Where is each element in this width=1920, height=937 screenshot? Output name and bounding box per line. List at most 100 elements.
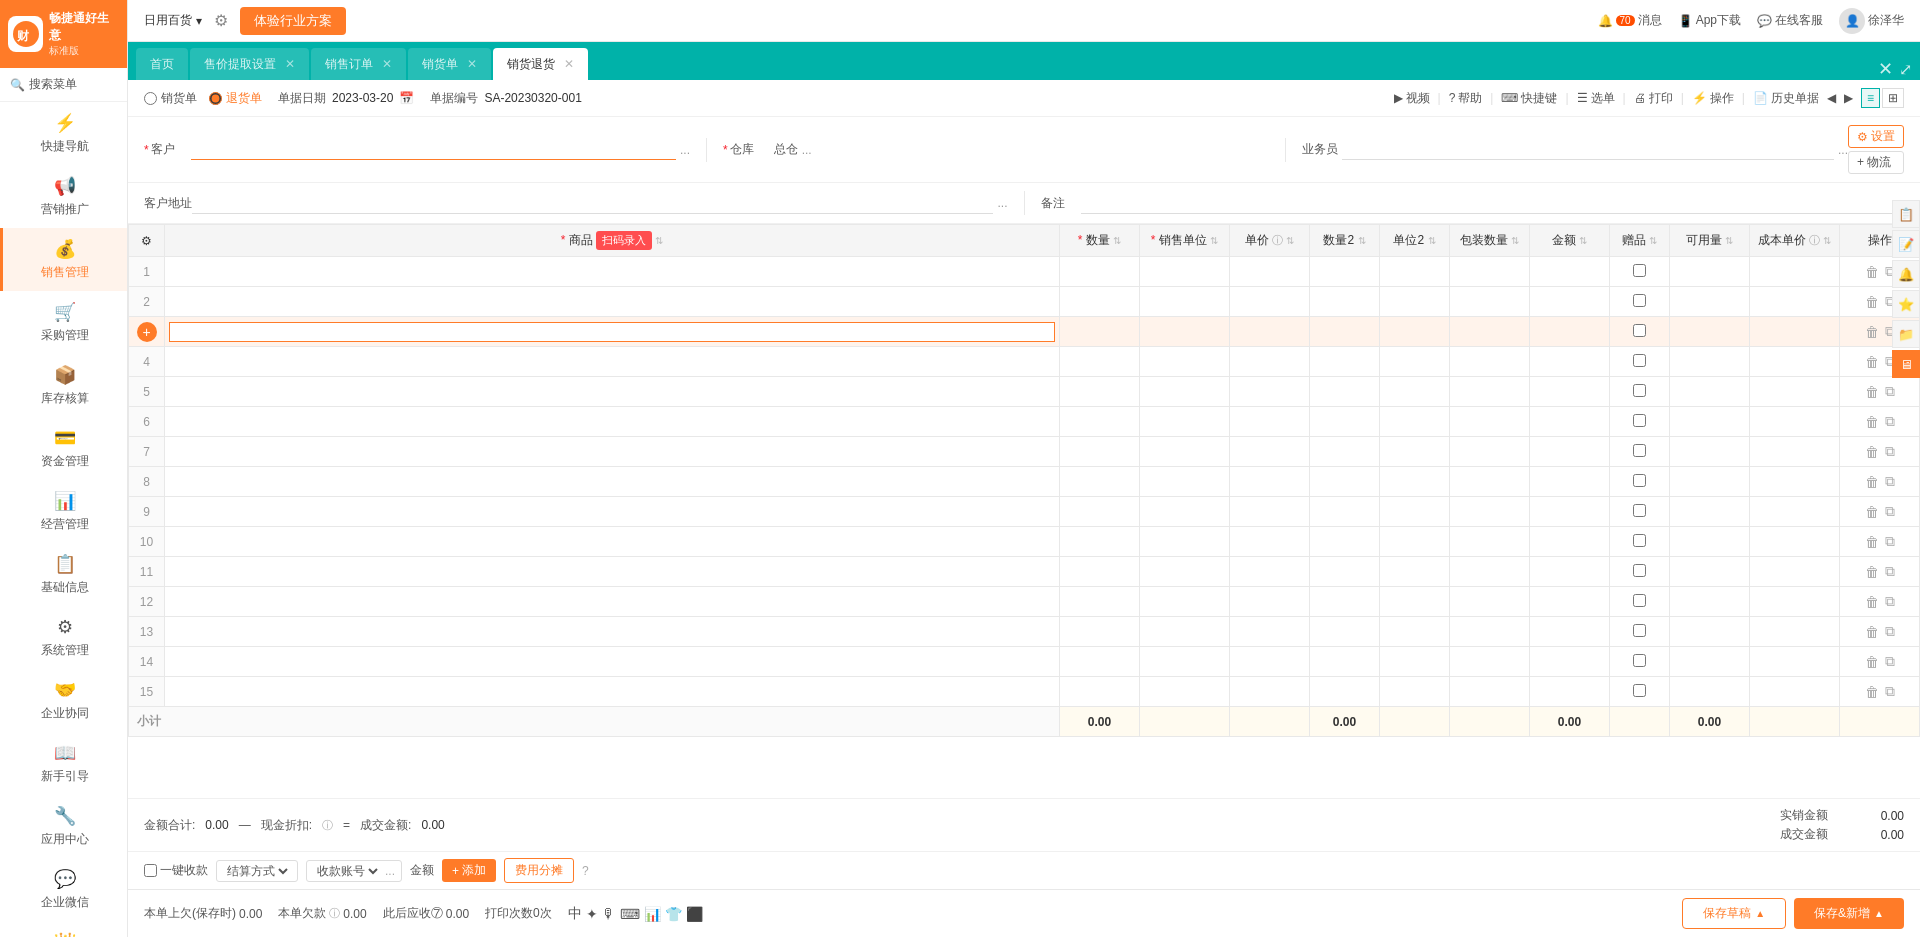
radio-sales[interactable]: 销货单	[144, 90, 197, 107]
settings-btn[interactable]: ⚙ 设置	[1848, 125, 1904, 148]
delete-row-icon[interactable]: 🗑	[1865, 654, 1879, 670]
address-input[interactable]	[192, 193, 993, 214]
delete-row-icon[interactable]: 🗑	[1865, 444, 1879, 460]
info-icon[interactable]: ⓘ	[1272, 234, 1283, 246]
sort-icon[interactable]: ⇅	[1511, 235, 1519, 246]
copy-row-icon[interactable]: ⧉	[1885, 413, 1895, 430]
taskbar-icon-6[interactable]: 👕	[665, 906, 682, 922]
select-btn[interactable]: ☰ 选单	[1577, 90, 1615, 107]
help-btn[interactable]: ? 帮助	[1449, 90, 1483, 107]
col-settings[interactable]: ⚙	[129, 225, 165, 257]
gift-checkbox[interactable]	[1633, 444, 1646, 457]
sidebar-item-collab[interactable]: 🤝 企业协同	[0, 669, 127, 732]
mini-tool-5[interactable]: 📁	[1892, 320, 1920, 348]
one-click-checkbox-input[interactable]	[144, 864, 157, 877]
copy-row-icon[interactable]: ⧉	[1885, 443, 1895, 460]
radio-return[interactable]: 退货单	[209, 90, 262, 107]
sidebar-item-operations[interactable]: 📊 经营管理	[0, 480, 127, 543]
payment-method-select[interactable]: 结算方式	[223, 863, 291, 879]
online-service-btn[interactable]: 💬 在线客服	[1757, 12, 1823, 29]
copy-row-icon[interactable]: ⧉	[1885, 473, 1895, 490]
sort-icon[interactable]: ⇅	[1428, 235, 1436, 246]
sidebar-item-inventory[interactable]: 📦 库存核算	[0, 354, 127, 417]
prev-history-icon[interactable]: ◀	[1827, 91, 1836, 105]
product-input[interactable]	[169, 322, 1055, 342]
mini-tool-1[interactable]: 📋	[1892, 200, 1920, 228]
video-btn[interactable]: ▶ 视频	[1394, 90, 1430, 107]
next-history-icon[interactable]: ▶	[1844, 91, 1853, 105]
gift-checkbox[interactable]	[1633, 414, 1646, 427]
delete-row-icon[interactable]: 🗑	[1865, 264, 1879, 280]
owe-info-icon[interactable]: ⓘ	[329, 906, 340, 921]
sort-icon[interactable]: ⇅	[1579, 235, 1587, 246]
copy-row-icon[interactable]: ⧉	[1885, 383, 1895, 400]
calendar-icon[interactable]: 📅	[399, 91, 414, 105]
sort-icon[interactable]: ⇅	[655, 235, 663, 246]
tab-close-icon[interactable]: ✕	[382, 57, 392, 71]
gift-checkbox[interactable]	[1633, 534, 1646, 547]
sidebar-item-guide[interactable]: 📖 新手引导	[0, 732, 127, 795]
add-row-button[interactable]: +	[137, 322, 157, 342]
sidebar-item-finance[interactable]: 💳 资金管理	[0, 417, 127, 480]
customer-input[interactable]	[191, 139, 676, 160]
scan-button[interactable]: 扫码录入	[596, 231, 652, 250]
tab-close-icon[interactable]: ✕	[564, 57, 574, 71]
sort-icon[interactable]: ⇅	[1823, 235, 1831, 246]
sidebar-item-sales[interactable]: 💰 销售管理	[0, 228, 127, 291]
close-tab-icon[interactable]: ✕	[1878, 58, 1893, 80]
gift-checkbox[interactable]	[1633, 354, 1646, 367]
user-profile-btn[interactable]: 👤 徐泽华	[1839, 8, 1904, 34]
tab-home[interactable]: 首页	[136, 48, 188, 80]
mini-tool-4[interactable]: ⭐	[1892, 290, 1920, 318]
sidebar-item-system[interactable]: ⚙ 系统管理	[0, 606, 127, 669]
delete-row-icon[interactable]: 🗑	[1865, 594, 1879, 610]
delete-row-icon[interactable]: 🗑	[1865, 294, 1879, 310]
gift-checkbox[interactable]	[1633, 594, 1646, 607]
notification-btn[interactable]: 🔔 70 消息	[1598, 12, 1662, 29]
copy-row-icon[interactable]: ⧉	[1885, 593, 1895, 610]
print-btn[interactable]: 🖨 打印	[1634, 90, 1673, 107]
sidebar-item-member[interactable]: 👑 畅会员	[0, 921, 127, 937]
payment-account-select[interactable]: 收款账号	[313, 863, 381, 879]
logistics-btn[interactable]: + 物流	[1848, 151, 1904, 174]
delete-row-icon[interactable]: 🗑	[1865, 564, 1879, 580]
delete-row-icon[interactable]: 🗑	[1865, 324, 1879, 340]
delete-row-icon[interactable]: 🗑	[1865, 504, 1879, 520]
save-draft-button[interactable]: 保存草稿 ▲	[1682, 898, 1786, 929]
history-btn[interactable]: 📄 历史单据	[1753, 90, 1819, 107]
gift-checkbox[interactable]	[1633, 324, 1646, 337]
gift-checkbox[interactable]	[1633, 294, 1646, 307]
copy-row-icon[interactable]: ⧉	[1885, 503, 1895, 520]
taskbar-icon-2[interactable]: ✦	[586, 906, 598, 922]
delete-row-icon[interactable]: 🗑	[1865, 534, 1879, 550]
taskbar-icon-4[interactable]: ⌨	[620, 906, 640, 922]
delete-row-icon[interactable]: 🗑	[1865, 684, 1879, 700]
delete-row-icon[interactable]: 🗑	[1865, 354, 1879, 370]
staff-selector-icon[interactable]: ...	[1838, 143, 1848, 157]
tab-sales[interactable]: 销货单 ✕	[408, 48, 491, 80]
staff-input[interactable]	[1342, 139, 1834, 160]
delete-row-icon[interactable]: 🗑	[1865, 414, 1879, 430]
gift-checkbox[interactable]	[1633, 264, 1646, 277]
delete-row-icon[interactable]: 🗑	[1865, 624, 1879, 640]
customer-selector-icon[interactable]: ...	[680, 143, 690, 157]
save-new-button[interactable]: 保存&新增 ▲	[1794, 898, 1904, 929]
note-input[interactable]	[1081, 193, 1905, 214]
fee-split-btn[interactable]: 费用分摊	[504, 858, 574, 883]
mini-tool-6[interactable]: 🖥	[1892, 350, 1920, 378]
fullscreen-icon[interactable]: ⤢	[1899, 60, 1912, 79]
app-download-btn[interactable]: 📱 App下载	[1678, 12, 1741, 29]
one-click-payment-checkbox[interactable]: 一键收款	[144, 862, 208, 879]
tab-sales-order[interactable]: 销售订单 ✕	[311, 48, 406, 80]
taskbar-icon-3[interactable]: 🎙	[602, 906, 616, 922]
sidebar-item-nav[interactable]: ⚡ 快捷导航	[0, 102, 127, 165]
delete-row-icon[interactable]: 🗑	[1865, 384, 1879, 400]
gift-checkbox[interactable]	[1633, 684, 1646, 697]
warehouse-selector-icon[interactable]: ...	[802, 143, 812, 157]
taskbar-icon-5[interactable]: 📊	[644, 906, 661, 922]
sort-icon[interactable]: ⇅	[1113, 235, 1121, 246]
gift-checkbox[interactable]	[1633, 384, 1646, 397]
sort-icon[interactable]: ⇅	[1358, 235, 1366, 246]
card-view-btn[interactable]: ⊞	[1882, 88, 1904, 108]
sort-icon[interactable]: ⇅	[1725, 235, 1733, 246]
